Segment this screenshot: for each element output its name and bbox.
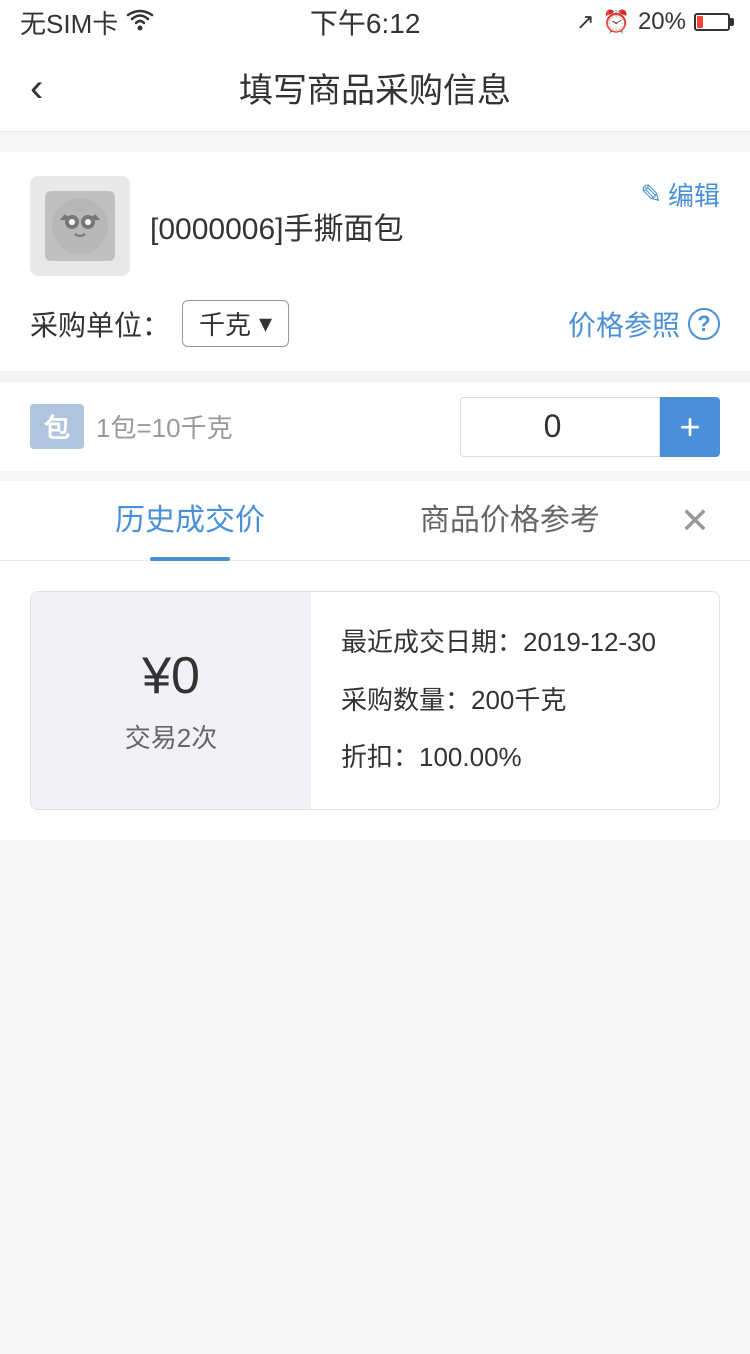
main-content: [0000006]手撕面包 ✎ 编辑 采购单位： 千克 ▾ 价格参照 ? <box>0 152 750 1354</box>
purchase-unit-label: 采购单位： <box>30 304 170 344</box>
tabs-header: 历史成交价 商品价格参考 ✕ <box>0 481 750 561</box>
quantity-input-area: + <box>460 397 720 457</box>
edit-icon: ✎ <box>640 179 662 210</box>
battery-icon <box>694 13 730 31</box>
price-amount: ¥0 <box>142 646 200 706</box>
quantity-value: 200千克 <box>471 685 566 715</box>
carrier-info: 无SIM卡 <box>20 4 154 41</box>
carrier-text: 无SIM卡 <box>20 4 118 41</box>
unit-badge: 包 <box>30 404 84 449</box>
close-button[interactable]: ✕ <box>670 500 720 542</box>
recent-date-value: 2019-12-30 <box>523 627 656 657</box>
product-left: [0000006]手撕面包 <box>30 176 403 276</box>
recent-date-row: 最近成交日期：2019-12-30 <box>341 622 689 664</box>
help-icon: ? <box>688 308 720 340</box>
chevron-down-icon: ▾ <box>259 308 272 339</box>
alarm-icon: ⏰ <box>603 9 630 35</box>
unit-value: 千克 <box>199 305 251 342</box>
quantity-label: 采购数量： <box>341 685 471 715</box>
tabs-section: 历史成交价 商品价格参考 ✕ ¥0 交易2次 最近成交日期：2019-12-30 <box>0 481 750 840</box>
edit-button[interactable]: ✎ 编辑 <box>640 176 720 213</box>
discount-value: 100.00% <box>419 742 522 772</box>
tab-product-price-ref[interactable]: 商品价格参考 <box>350 481 670 561</box>
quantity-section: 包 1包=10千克 + <box>0 381 750 471</box>
unit-select[interactable]: 千克 ▾ <box>182 300 289 347</box>
history-content: ¥0 交易2次 最近成交日期：2019-12-30 采购数量：200千克 折扣：… <box>0 561 750 840</box>
product-card: [0000006]手撕面包 ✎ 编辑 采购单位： 千克 ▾ 价格参照 ? <box>0 152 750 371</box>
price-right-panel: 最近成交日期：2019-12-30 采购数量：200千克 折扣：100.00% <box>311 592 719 809</box>
price-left-panel: ¥0 交易2次 <box>31 592 311 809</box>
discount-label: 折扣： <box>341 742 419 772</box>
quantity-input[interactable] <box>460 397 660 457</box>
page-title: 填写商品采购信息 <box>239 63 511 112</box>
product-image <box>30 176 130 276</box>
nav-bar: ‹ 填写商品采购信息 <box>0 44 750 132</box>
battery-percent: 20% <box>638 8 686 36</box>
product-header: [0000006]手撕面包 ✎ 编辑 <box>30 176 720 276</box>
price-card: ¥0 交易2次 最近成交日期：2019-12-30 采购数量：200千克 折扣：… <box>30 591 720 810</box>
price-reference-button[interactable]: 价格参照 ? <box>568 304 720 344</box>
tab-history-price[interactable]: 历史成交价 <box>30 481 350 561</box>
unit-conversion: 1包=10千克 <box>96 408 233 445</box>
edit-label: 编辑 <box>668 176 720 213</box>
quantity-row-detail: 采购数量：200千克 <box>341 680 689 722</box>
price-trades: 交易2次 <box>125 718 217 755</box>
purchase-unit-row: 采购单位： 千克 ▾ 价格参照 ? <box>30 300 720 347</box>
quantity-row: 包 1包=10千克 + <box>0 381 750 471</box>
system-indicators: ↗ ⏰ 20% <box>576 8 730 36</box>
time-display: 下午6:12 <box>310 2 421 42</box>
price-ref-label: 价格参照 <box>568 304 680 344</box>
product-logo <box>45 191 115 261</box>
location-icon: ↗ <box>576 9 594 35</box>
tab-history-label: 历史成交价 <box>115 504 265 537</box>
status-bar: 无SIM卡 下午6:12 ↗ ⏰ 20% <box>0 0 750 44</box>
purchase-unit-left: 采购单位： 千克 ▾ <box>30 300 289 347</box>
back-button[interactable]: ‹ <box>30 68 43 108</box>
product-name: [0000006]手撕面包 <box>150 204 403 248</box>
plus-button[interactable]: + <box>660 397 720 457</box>
discount-row: 折扣：100.00% <box>341 737 689 779</box>
recent-date-label: 最近成交日期： <box>341 627 523 657</box>
tab-product-label: 商品价格参考 <box>420 504 600 537</box>
quantity-unit-info: 包 1包=10千克 <box>30 404 460 449</box>
wifi-icon <box>126 7 154 38</box>
